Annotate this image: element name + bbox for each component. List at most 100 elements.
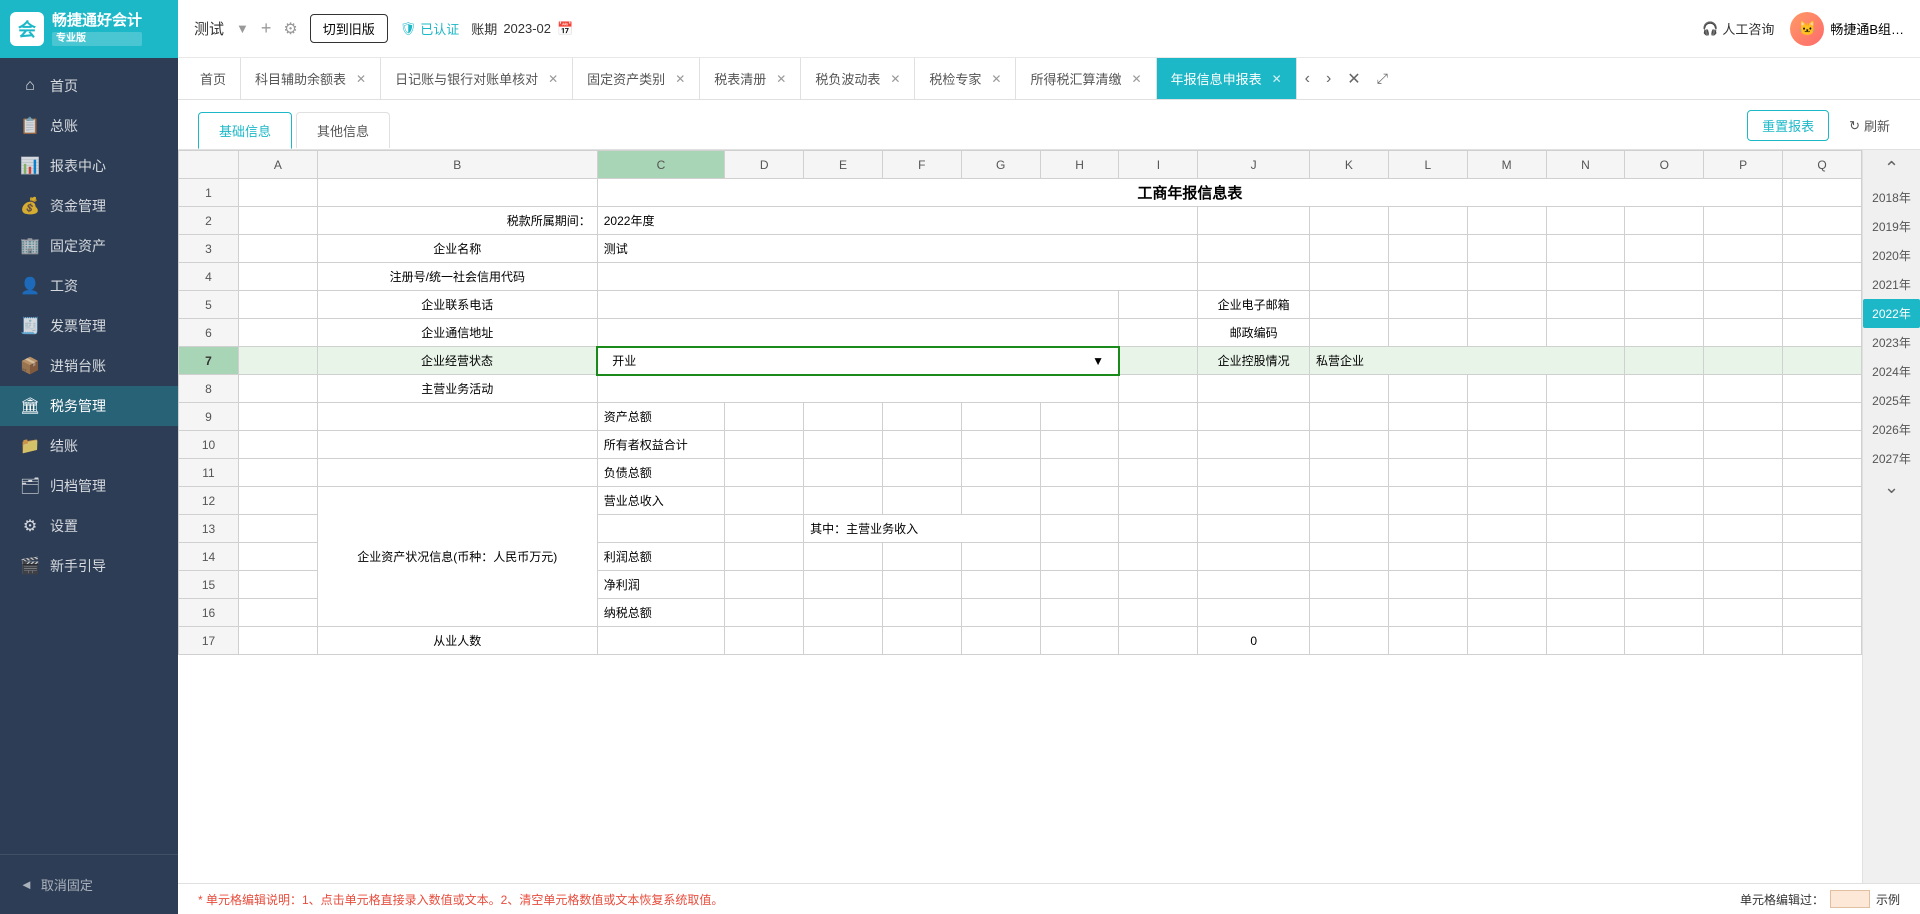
cell-11d[interactable] <box>725 459 804 487</box>
cell-16p[interactable] <box>1704 599 1783 627</box>
cell-8n[interactable] <box>1546 375 1625 403</box>
cell-13c[interactable] <box>597 515 724 543</box>
cell-4j[interactable] <box>1198 263 1310 291</box>
cell-2k[interactable] <box>1310 207 1389 235</box>
cell-15m[interactable] <box>1467 571 1546 599</box>
cell-9d[interactable] <box>725 403 804 431</box>
cell-16d[interactable] <box>725 599 804 627</box>
cell-5q[interactable] <box>1783 291 1862 319</box>
cell-7q[interactable] <box>1783 347 1862 375</box>
cell-11n[interactable] <box>1546 459 1625 487</box>
cell-3k[interactable] <box>1310 235 1389 263</box>
sidebar-item-home[interactable]: ⌂首页 <box>0 66 178 106</box>
cell-14m[interactable] <box>1467 543 1546 571</box>
cell-8i[interactable] <box>1119 375 1198 403</box>
cell-17a[interactable] <box>239 627 318 655</box>
year-item-2021[interactable]: 2021年 <box>1863 270 1920 299</box>
cell-12h[interactable] <box>1040 487 1119 515</box>
cell-7k[interactable]: 私营企业 <box>1310 347 1625 375</box>
cell-17m[interactable] <box>1467 627 1546 655</box>
cell-14d[interactable] <box>725 543 804 571</box>
cell-11g[interactable] <box>961 459 1040 487</box>
sidebar-item-funds[interactable]: 💰资金管理 <box>0 186 178 226</box>
tabs-prev-btn[interactable]: ‹ <box>1297 70 1318 88</box>
cell-15k[interactable] <box>1310 571 1389 599</box>
cell-14n[interactable] <box>1546 543 1625 571</box>
cell-13d[interactable] <box>725 515 804 543</box>
sidebar-item-assets[interactable]: 🏢固定资产 <box>0 226 178 266</box>
tab-fixed-asset-type[interactable]: 固定资产类别 ✕ <box>573 58 700 100</box>
cell-8a[interactable] <box>239 375 318 403</box>
cell-8l[interactable] <box>1388 375 1467 403</box>
cell-16j[interactable] <box>1198 599 1310 627</box>
cell-13i[interactable] <box>1119 515 1198 543</box>
cell-4l[interactable] <box>1388 263 1467 291</box>
year-item-2024[interactable]: 2024年 <box>1863 357 1920 386</box>
cell-17q[interactable] <box>1783 627 1862 655</box>
year-item-2020[interactable]: 2020年 <box>1863 241 1920 270</box>
cell-15i[interactable] <box>1119 571 1198 599</box>
tab-close-btn[interactable]: ✕ <box>776 72 786 86</box>
cell-16o[interactable] <box>1625 599 1704 627</box>
cell-11o[interactable] <box>1625 459 1704 487</box>
cell-14j[interactable] <box>1198 543 1310 571</box>
cell-9p[interactable] <box>1704 403 1783 431</box>
sidebar-item-ledger[interactable]: 📋总账 <box>0 106 178 146</box>
cell-14h[interactable] <box>1040 543 1119 571</box>
cell-2p[interactable] <box>1704 207 1783 235</box>
cell-13m[interactable] <box>1467 515 1546 543</box>
cell-6c[interactable] <box>597 319 1119 347</box>
cell-5m[interactable] <box>1467 291 1546 319</box>
cell-6n[interactable] <box>1546 319 1625 347</box>
cell-6i[interactable] <box>1119 319 1198 347</box>
cell-8o[interactable] <box>1625 375 1704 403</box>
cell-15p[interactable] <box>1704 571 1783 599</box>
cell-16n[interactable] <box>1546 599 1625 627</box>
year-item-2026[interactable]: 2026年 <box>1863 415 1920 444</box>
cell-17j[interactable]: 0 <box>1198 627 1310 655</box>
cell-13h[interactable] <box>1040 515 1119 543</box>
cell-9f[interactable] <box>882 403 961 431</box>
cell-13o[interactable] <box>1625 515 1704 543</box>
cell-10f[interactable] <box>882 431 961 459</box>
cell-9m[interactable] <box>1467 403 1546 431</box>
cell-11e[interactable] <box>804 459 883 487</box>
cell-11a[interactable] <box>239 459 318 487</box>
year-item-2018[interactable]: 2018年 <box>1863 183 1920 212</box>
sidebar-item-archive[interactable]: 🗂归档管理 <box>0 466 178 506</box>
tab-close-btn[interactable]: ✕ <box>991 72 1001 86</box>
sidebar-item-close[interactable]: 📁结账 <box>0 426 178 466</box>
cell-12q[interactable] <box>1783 487 1862 515</box>
cell-1b[interactable] <box>317 179 597 207</box>
cell-10i[interactable] <box>1119 431 1198 459</box>
cell-11m[interactable] <box>1467 459 1546 487</box>
year-scroll-up-btn[interactable]: ⌃ <box>1863 154 1920 183</box>
cell-2j[interactable] <box>1198 207 1310 235</box>
tab-close-btn[interactable]: ✕ <box>1132 72 1142 86</box>
cell-3l[interactable] <box>1388 235 1467 263</box>
cell-9g[interactable] <box>961 403 1040 431</box>
tabs-expand-btn[interactable]: ⤢ <box>1369 70 1396 87</box>
tabs-close-all-btn[interactable]: ✕ <box>1339 69 1368 89</box>
spreadsheet[interactable]: A B C D E F G H I J K L <box>178 150 1862 883</box>
cell-12l[interactable] <box>1388 487 1467 515</box>
cell-9j[interactable] <box>1198 403 1310 431</box>
cell-10a[interactable] <box>239 431 318 459</box>
cell-13p[interactable] <box>1704 515 1783 543</box>
cell-8k[interactable] <box>1310 375 1389 403</box>
reset-report-btn[interactable]: 重置报表 <box>1747 110 1829 141</box>
cell-10o[interactable] <box>1625 431 1704 459</box>
cell-3o[interactable] <box>1625 235 1704 263</box>
cell-4k[interactable] <box>1310 263 1389 291</box>
cell-17l[interactable] <box>1388 627 1467 655</box>
tab-journal-bank[interactable]: 日记账与银行对账单核对 ✕ <box>381 58 573 100</box>
cell-4c[interactable] <box>597 263 1198 291</box>
cell-11l[interactable] <box>1388 459 1467 487</box>
tab-subsidiary-balance[interactable]: 科目辅助余额表 ✕ <box>241 58 381 100</box>
cell-6p[interactable] <box>1704 319 1783 347</box>
cell-10j[interactable] <box>1198 431 1310 459</box>
cell-7i[interactable] <box>1119 347 1198 375</box>
cell-11f[interactable] <box>882 459 961 487</box>
tabs-next-btn[interactable]: › <box>1318 70 1339 88</box>
cell-10m[interactable] <box>1467 431 1546 459</box>
